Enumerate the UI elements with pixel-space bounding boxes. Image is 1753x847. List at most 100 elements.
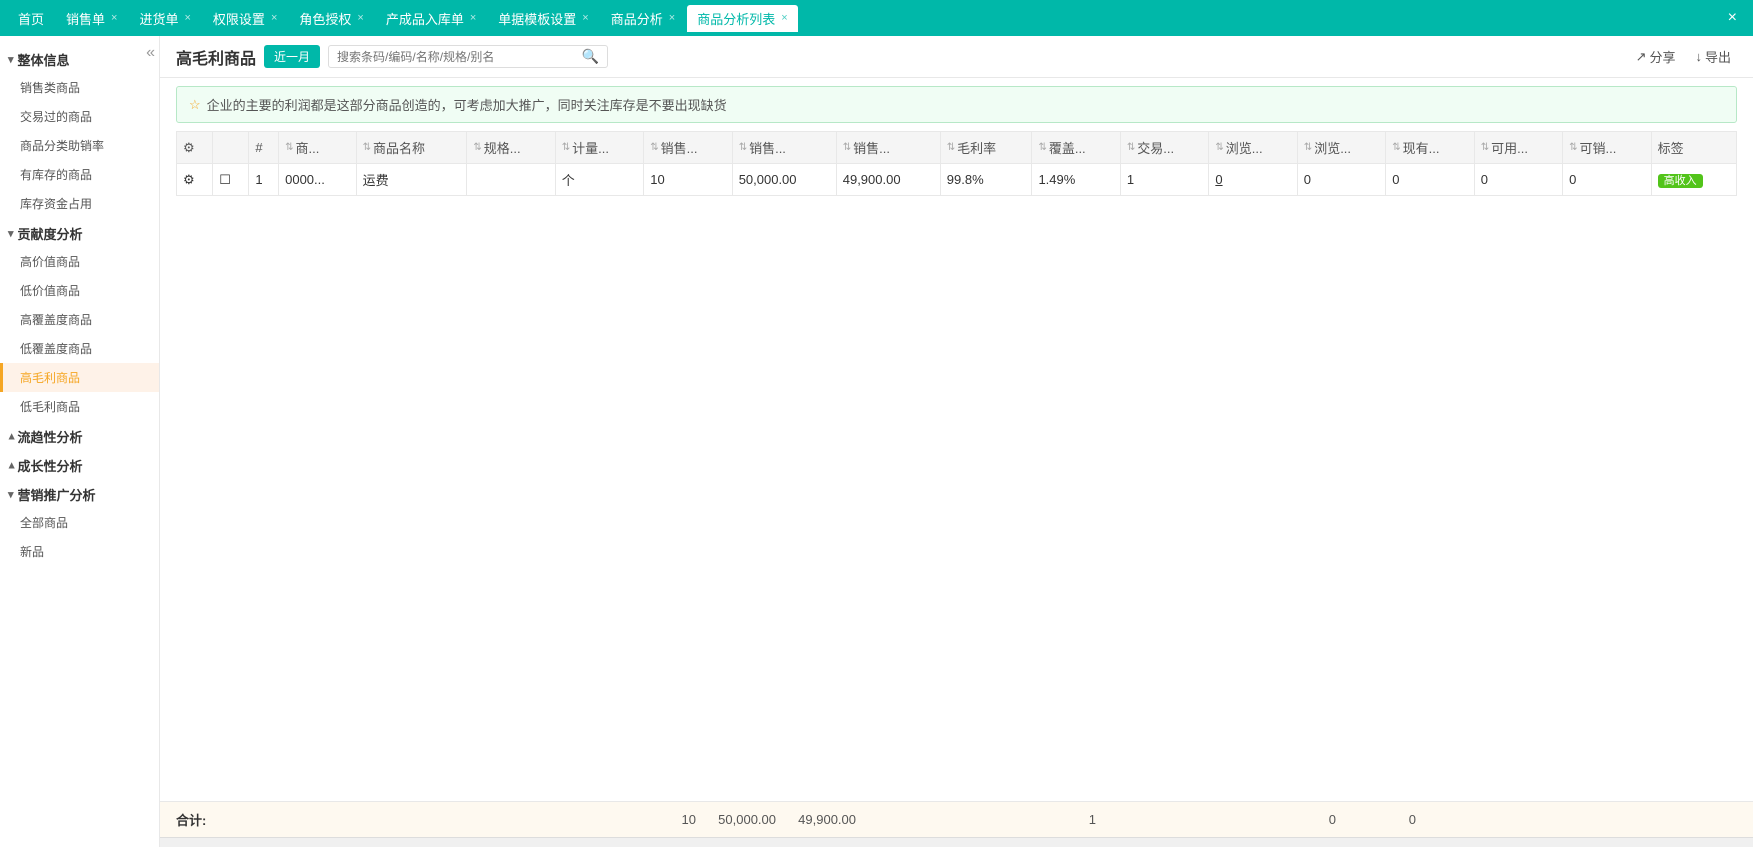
search-input[interactable] [337,50,578,64]
nav-item-销售单[interactable]: 销售单× [56,5,127,32]
col-header-saleable[interactable]: ⇅可销... [1563,132,1651,164]
content-header: 高毛利商品 近一月 🔍 ↗ 分享 ↓ 导出 [160,36,1753,78]
sort-icon-coverage[interactable]: ⇅ [1038,142,1046,153]
nav-close-icon[interactable]: × [111,12,117,24]
search-icon[interactable]: 🔍 [582,48,599,65]
sidebar-item-高覆盖度商品[interactable]: 高覆盖度商品 [0,305,159,334]
sidebar-group-label: 流趋性分析 [18,427,83,446]
tag-cell: 高收入 [1651,164,1736,196]
sort-icon-name[interactable]: ⇅ [363,142,371,153]
col-header-browse1[interactable]: ⇅浏览... [1209,132,1297,164]
summary-available: 0 [1344,812,1424,827]
top-nav: 首页销售单×进货单×权限设置×角色授权×产成品入库单×单据模板设置×商品分析×商… [0,0,1753,36]
col-header-grossMargin[interactable]: ⇅毛利率 [940,132,1032,164]
sidebar-item-高价值商品[interactable]: 高价值商品 [0,247,159,276]
sort-icon-spec[interactable]: ⇅ [473,142,481,153]
sidebar-group-成长性分析: ▸成长性分析 [0,450,159,479]
sidebar-group-title-成长性分析[interactable]: ▸成长性分析 [0,450,159,479]
nav-item-产成品入库单[interactable]: 产成品入库单× [376,5,486,32]
col-header-unit[interactable]: ⇅计量... [555,132,643,164]
nav-close-icon[interactable]: × [470,12,476,24]
export-button[interactable]: ↓ 导出 [1689,44,1737,69]
col-header-browse2[interactable]: ⇅浏览... [1297,132,1385,164]
nav-item-单据模板设置[interactable]: 单据模板设置× [488,5,598,32]
nav-item-进货单[interactable]: 进货单× [129,5,200,32]
col-header-available[interactable]: ⇅可用... [1474,132,1562,164]
sort-icon-grossMargin[interactable]: ⇅ [947,142,955,153]
sort-icon-saleable[interactable]: ⇅ [1569,142,1577,153]
sidebar-group-label: 贡献度分析 [18,224,83,243]
col-header-current[interactable]: ⇅现有... [1386,132,1474,164]
col-header-saleQty[interactable]: ⇅销售... [644,132,732,164]
sidebar-item-商品分类助销率[interactable]: 商品分类助销率 [0,131,159,160]
nav-close-icon[interactable]: × [781,12,787,24]
sidebar-item-低价值商品[interactable]: 低价值商品 [0,276,159,305]
horizontal-scrollbar[interactable] [160,837,1753,847]
col-header-saleAmt[interactable]: ⇅销售... [732,132,836,164]
sidebar-item-全部商品[interactable]: 全部商品 [0,508,159,537]
summary-sale-qty: 10 [624,812,704,827]
nav-item-商品分析[interactable]: 商品分析× [601,5,685,32]
sort-icon-browse2[interactable]: ⇅ [1304,142,1312,153]
nav-item-商品分析列表[interactable]: 商品分析列表× [687,5,797,32]
sort-icon-code[interactable]: ⇅ [285,142,293,153]
sidebar-item-有库存的商品[interactable]: 有库存的商品 [0,160,159,189]
transaction-cell: 1 [1120,164,1208,196]
sidebar-item-低覆盖度商品[interactable]: 低覆盖度商品 [0,334,159,363]
sort-icon-saleQty[interactable]: ⇅ [650,142,658,153]
col-header-settings: ⚙ [177,132,213,164]
sidebar-item-交易过的商品[interactable]: 交易过的商品 [0,102,159,131]
nav-item-首页[interactable]: 首页 [8,5,54,32]
col-label-unit: 计量... [572,138,609,157]
sidebar-groups: ▾整体信息销售类商品交易过的商品商品分类助销率有库存的商品库存资金占用▾贡献度分… [0,44,159,566]
nav-close-icon[interactable]: × [357,12,363,24]
share-icon: ↗ [1636,49,1647,65]
nav-close-icon[interactable]: × [669,12,675,24]
sidebar-group-title-营销推广分析[interactable]: ▾营销推广分析 [0,479,159,508]
browse2-cell: 0 [1297,164,1385,196]
col-header-saleAmt2[interactable]: ⇅销售... [836,132,940,164]
window-close-button[interactable]: × [1720,9,1745,27]
sort-icon-saleAmt2[interactable]: ⇅ [843,142,851,153]
sidebar-group-title-整体信息[interactable]: ▾整体信息 [0,44,159,73]
sort-icon-unit[interactable]: ⇅ [562,142,570,153]
sidebar-item-销售类商品[interactable]: 销售类商品 [0,73,159,102]
sidebar-group-title-贡献度分析[interactable]: ▾贡献度分析 [0,218,159,247]
col-header-code[interactable]: ⇅商... [279,132,356,164]
sort-icon-browse1[interactable]: ⇅ [1215,142,1223,153]
sort-icon-saleAmt[interactable]: ⇅ [739,142,747,153]
sort-icon-current[interactable]: ⇅ [1392,142,1400,153]
nav-item-权限设置[interactable]: 权限设置× [203,5,287,32]
sidebar-group-流趋性分析: ▸流趋性分析 [0,421,159,450]
nav-close-icon[interactable]: × [582,12,588,24]
table-row[interactable]: ⚙☐10000...运费个1050,000.0049,900.0099.8%1.… [177,164,1737,196]
sidebar-collapse-button[interactable]: « [146,44,155,62]
col-header-transaction[interactable]: ⇅交易... [1120,132,1208,164]
settings-cell: ⚙ [177,164,213,196]
table-container[interactable]: ⚙#⇅商...⇅商品名称⇅规格...⇅计量...⇅销售...⇅销售...⇅销售.… [160,131,1753,801]
nav-close-icon[interactable]: × [184,12,190,24]
sort-icon-available[interactable]: ⇅ [1481,142,1489,153]
sidebar-group-整体信息: ▾整体信息销售类商品交易过的商品商品分类助销率有库存的商品库存资金占用 [0,44,159,218]
unit-cell: 个 [555,164,643,196]
col-label-available: 可用... [1491,138,1528,157]
nav-item-角色授权[interactable]: 角色授权× [289,5,373,32]
col-header-coverage[interactable]: ⇅覆盖... [1032,132,1120,164]
col-header-name[interactable]: ⇅商品名称 [356,132,467,164]
sidebar-group-title-流趋性分析[interactable]: ▸流趋性分析 [0,421,159,450]
sidebar-item-库存资金占用[interactable]: 库存资金占用 [0,189,159,218]
sort-icon-transaction[interactable]: ⇅ [1127,142,1135,153]
sidebar-item-高毛利商品[interactable]: 高毛利商品 [0,363,159,392]
sidebar-item-低毛利商品[interactable]: 低毛利商品 [0,392,159,421]
saleable-cell: 0 [1563,164,1651,196]
nav-items: 首页销售单×进货单×权限设置×角色授权×产成品入库单×单据模板设置×商品分析×商… [8,5,1716,32]
browse1-cell[interactable]: 0 [1209,164,1297,196]
col-header-spec[interactable]: ⇅规格... [467,132,555,164]
nav-close-icon[interactable]: × [271,12,277,24]
sidebar-group-营销推广分析: ▾营销推广分析全部商品新品 [0,479,159,566]
sidebar-item-新品[interactable]: 新品 [0,537,159,566]
browse1-link[interactable]: 0 [1215,172,1222,187]
time-filter-button[interactable]: 近一月 [264,45,320,68]
table-body: ⚙☐10000...运费个1050,000.0049,900.0099.8%1.… [177,164,1737,196]
share-button[interactable]: ↗ 分享 [1630,44,1682,69]
